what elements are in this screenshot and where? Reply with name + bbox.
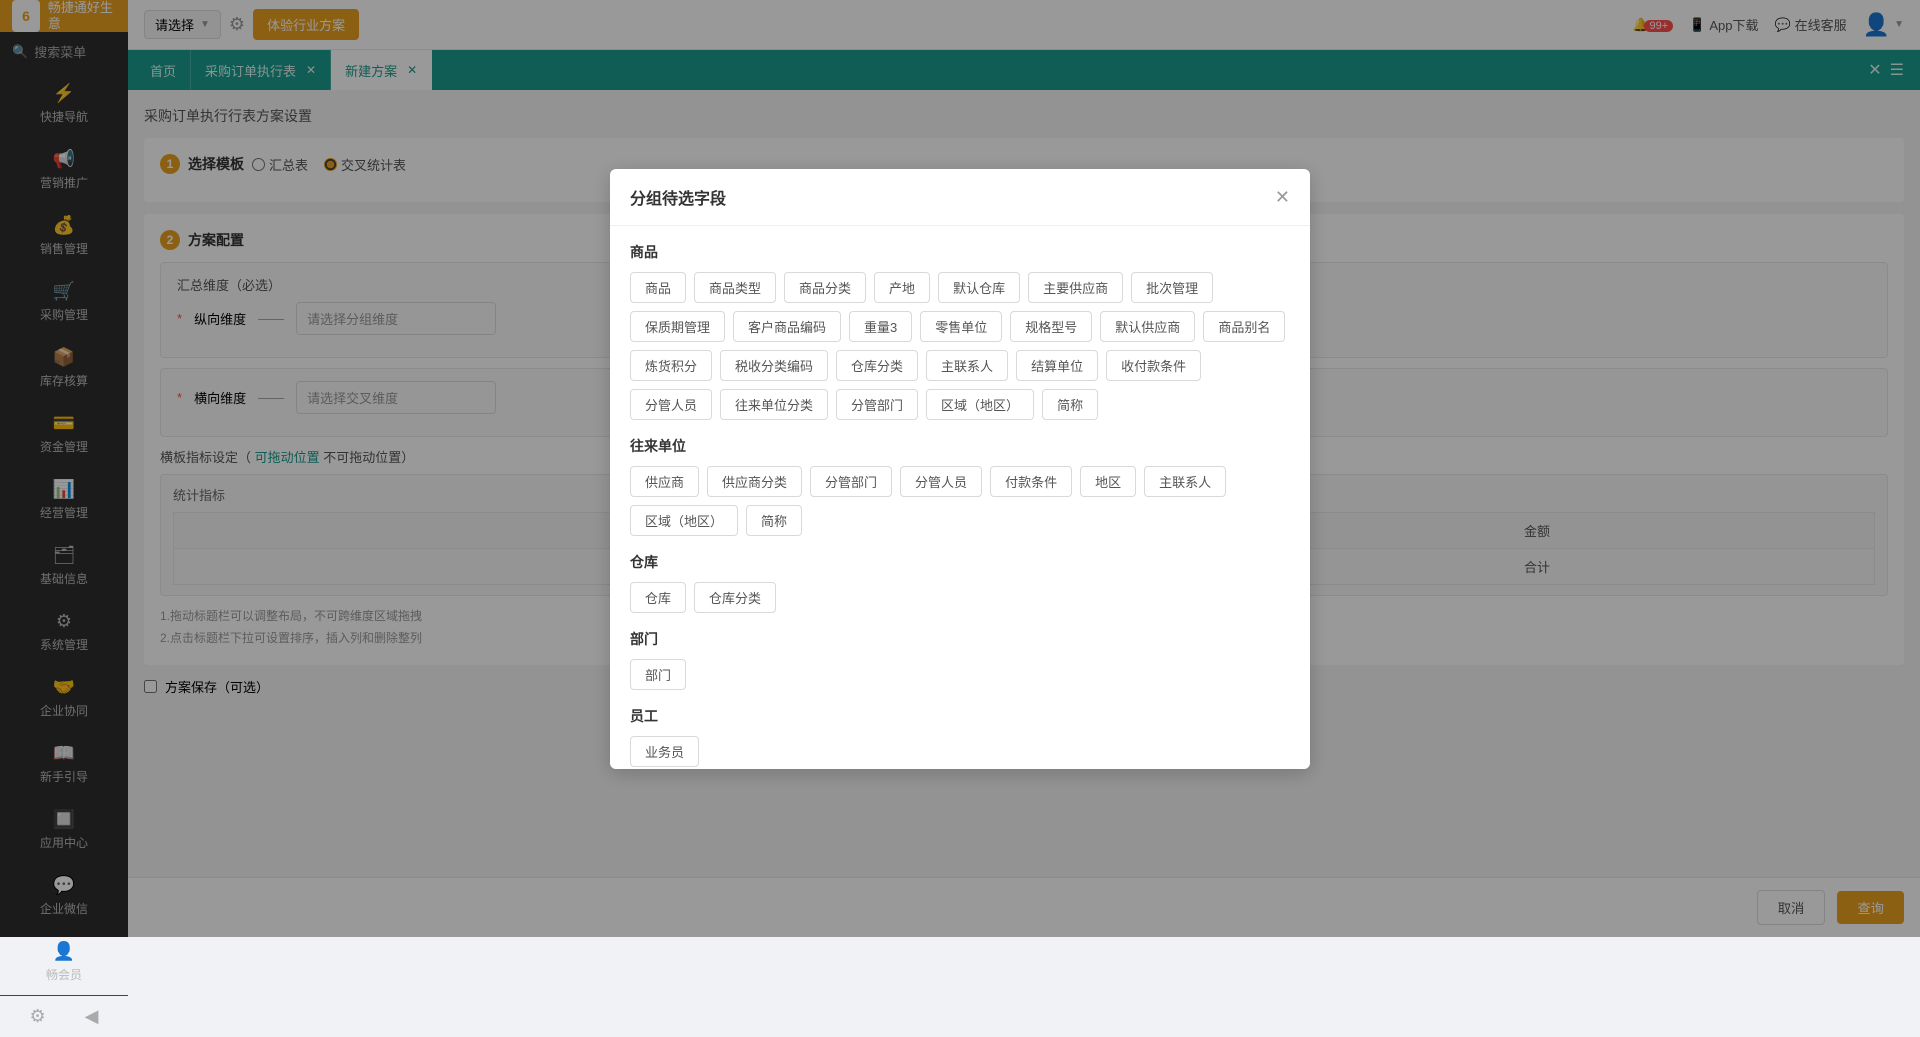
field-group-title-department: 部门 (630, 629, 1290, 649)
field-tags-partner: 供应商供应商分类分管部门分管人员付款条件地区主联系人区域（地区） 简称 (630, 466, 1290, 536)
field-tag[interactable]: 部门 (630, 659, 686, 690)
field-group-title-employee: 员工 (630, 706, 1290, 726)
field-tag[interactable]: 付款条件 (990, 466, 1072, 497)
modal-title: 分组待选字段 (630, 185, 726, 209)
field-group-goods: 商品商品商品类型商品分类产地默认仓库主要供应商批次管理保质期管理客户商品编码重量… (630, 242, 1290, 420)
field-tags-department: 部门 (630, 659, 1290, 690)
field-tag[interactable]: 规格型号 (1010, 311, 1092, 342)
field-tag[interactable]: 分管部门 (810, 466, 892, 497)
field-tag[interactable]: 税收分类编码 (720, 350, 828, 381)
field-tag[interactable]: 往来单位分类 (720, 389, 828, 420)
field-tag[interactable]: 保质期管理 (630, 311, 725, 342)
field-tag[interactable]: 商品类型 (694, 272, 776, 303)
modal-close-icon[interactable]: ✕ (1275, 188, 1290, 206)
field-tag[interactable]: 供应商 (630, 466, 699, 497)
field-tag[interactable]: 简称 (746, 505, 802, 536)
sidebar-bottom: ⚙ ◀ (0, 995, 128, 1037)
field-tag[interactable]: 产地 (874, 272, 930, 303)
field-tag[interactable]: 批次管理 (1131, 272, 1213, 303)
field-tag[interactable]: 主联系人 (926, 350, 1008, 381)
field-tag[interactable]: 仓库分类 (836, 350, 918, 381)
field-group-warehouse: 仓库仓库仓库分类 (630, 552, 1290, 613)
member-icon: 👤 (53, 941, 75, 962)
field-tag[interactable]: 分管部门 (836, 389, 918, 420)
field-tags-employee: 业务员 (630, 736, 1290, 767)
field-tag[interactable]: 默认仓库 (938, 272, 1020, 303)
field-group-department: 部门部门 (630, 629, 1290, 690)
field-group-partner: 往来单位供应商供应商分类分管部门分管人员付款条件地区主联系人区域（地区） 简称 (630, 436, 1290, 536)
field-tag[interactable]: 供应商分类 (707, 466, 802, 497)
modal-body: 商品商品商品类型商品分类产地默认仓库主要供应商批次管理保质期管理客户商品编码重量… (610, 226, 1310, 769)
field-tag[interactable]: 分管人员 (630, 389, 712, 420)
field-select-modal: 分组待选字段 ✕ 商品商品商品类型商品分类产地默认仓库主要供应商批次管理保质期管… (610, 169, 1310, 769)
field-tag[interactable]: 地区 (1080, 466, 1136, 497)
settings-bottom-icon[interactable]: ⚙ (30, 1006, 46, 1027)
field-tag[interactable]: 区域（地区） (630, 505, 738, 536)
field-tag[interactable]: 分管人员 (900, 466, 982, 497)
field-group-title-partner: 往来单位 (630, 436, 1290, 456)
field-tag[interactable]: 商品别名 (1203, 311, 1285, 342)
field-group-employee: 员工业务员 (630, 706, 1290, 767)
field-group-title-warehouse: 仓库 (630, 552, 1290, 572)
field-tag[interactable]: 商品分类 (784, 272, 866, 303)
field-tag[interactable]: 重量3 (849, 311, 912, 342)
field-tags-warehouse: 仓库仓库分类 (630, 582, 1290, 613)
field-tags-goods: 商品商品类型商品分类产地默认仓库主要供应商批次管理保质期管理客户商品编码重量3 零… (630, 272, 1290, 420)
field-tag[interactable]: 简称 (1042, 389, 1098, 420)
modal-overlay[interactable]: 分组待选字段 ✕ 商品商品商品类型商品分类产地默认仓库主要供应商批次管理保质期管… (0, 0, 1920, 937)
field-tag[interactable]: 业务员 (630, 736, 699, 767)
field-tag[interactable]: 区域（地区） (926, 389, 1034, 420)
field-tag[interactable]: 零售单位 (920, 311, 1002, 342)
field-group-title-goods: 商品 (630, 242, 1290, 262)
field-tag[interactable]: 默认供应商 (1100, 311, 1195, 342)
field-tag[interactable]: 商品 (630, 272, 686, 303)
field-tag[interactable]: 炼货积分 (630, 350, 712, 381)
field-tag[interactable]: 主要供应商 (1028, 272, 1123, 303)
sidebar-item-member[interactable]: 👤 畅会员 (0, 929, 128, 995)
field-tag[interactable]: 结算单位 (1016, 350, 1098, 381)
modal-header: 分组待选字段 ✕ (610, 169, 1310, 226)
field-tag[interactable]: 仓库 (630, 582, 686, 613)
field-tag[interactable]: 客户商品编码 (733, 311, 841, 342)
collapse-icon[interactable]: ◀ (85, 1006, 99, 1027)
field-tag[interactable]: 仓库分类 (694, 582, 776, 613)
field-tag[interactable]: 主联系人 (1144, 466, 1226, 497)
field-tag[interactable]: 收付款条件 (1106, 350, 1201, 381)
